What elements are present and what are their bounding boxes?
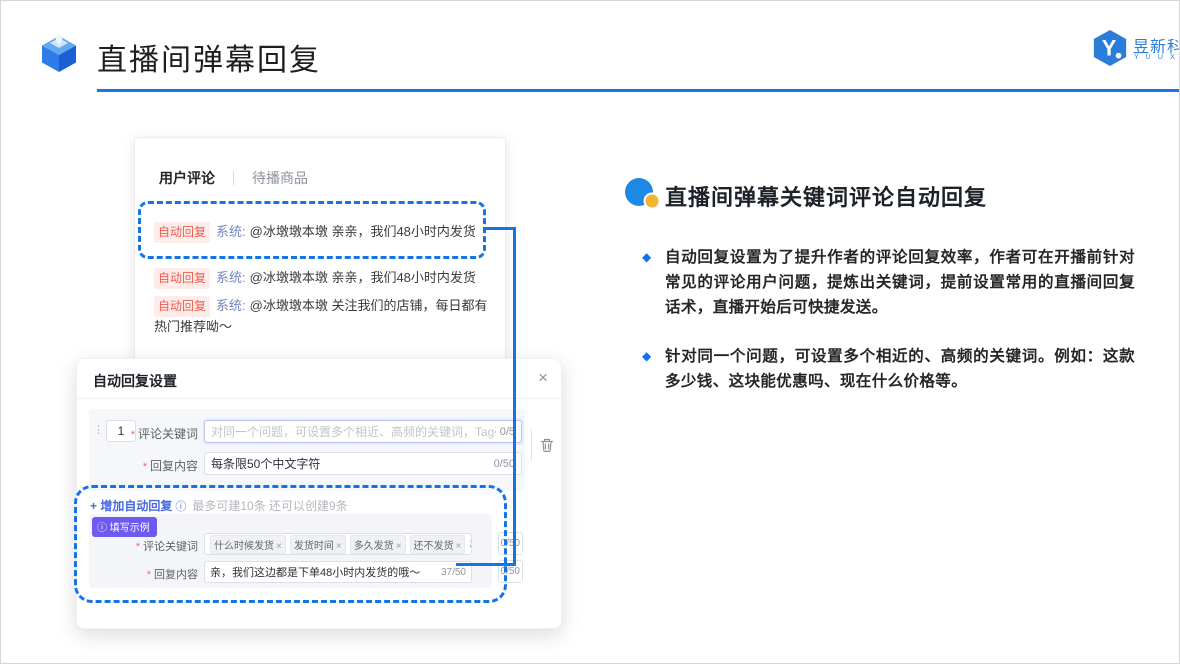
- reply-label: * 回复内容: [142, 459, 198, 473]
- required-mark: *: [130, 429, 135, 441]
- auto-reply-rule-row: ⋮⋮ 1 *评论关键词 对同一个问题，可设置多个相近、高频的关键词，Tag确定，…: [89, 409, 525, 491]
- connector-line: [483, 227, 516, 230]
- title-underline: [97, 89, 1179, 92]
- logo-domain: Y U U X I N . C O M: [1134, 54, 1179, 61]
- keyword-input[interactable]: 对同一个问题，可设置多个相近、高频的关键词，Tag确定，最多5个 0/5: [204, 420, 522, 443]
- page: 直播间弹幕回复 Y 昱新科技 Y U U X I N . C O M 用户评论 …: [0, 0, 1180, 664]
- feature-heading: 直播间弹幕关键词评论自动回复: [665, 185, 988, 210]
- feature-bullet: 自动回复设置为了提升作者的评论回复效率，作者可在开播前针对常见的评论用户问题，提…: [665, 249, 1135, 316]
- auto-reply-badge: 自动回复: [154, 268, 211, 289]
- logo-hexagon-icon: Y: [1093, 29, 1127, 67]
- keyword-label: * 评论关键词: [130, 427, 198, 441]
- comment-tabs: 用户评论 待播商品: [159, 168, 308, 188]
- auto-reply-message: 自动回复 系统: @冰墩墩本墩 关注我们的店铺，每日都有热门推荐呦～: [154, 296, 490, 336]
- cube-logo-icon: [42, 32, 76, 72]
- company-logo: Y 昱新科技 Y U U X I N . C O M: [1091, 27, 1179, 73]
- reply-counter: 0/50: [493, 457, 515, 470]
- feature-dot-icon: [625, 178, 661, 210]
- svg-text:Y: Y: [1102, 36, 1117, 61]
- close-icon[interactable]: ×: [538, 368, 548, 388]
- tab-pending-products[interactable]: 待播商品: [252, 168, 308, 188]
- keyword-placeholder: 对同一个问题，可设置多个相近、高频的关键词，Tag确定，最多5个: [211, 425, 496, 439]
- message-text: @冰墩墩本墩 亲亲，我们48小时内发货: [249, 270, 476, 285]
- page-title: 直播间弹幕回复: [97, 44, 321, 77]
- auto-reply-message: 自动回复 系统: @冰墩墩本墩 亲亲，我们48小时内发货: [154, 268, 490, 289]
- feature-bullet: 针对同一个问题，可设置多个相近的、高频的关键词。例如：这款多少钱、这块能优惠吗、…: [665, 348, 1135, 390]
- row-divider: [531, 429, 532, 461]
- connector-line: [456, 563, 516, 566]
- example-dashed-annotation-box: [74, 485, 507, 603]
- auto-reply-badge: 自动回复: [154, 296, 211, 317]
- required-mark: *: [142, 461, 147, 473]
- reply-value: 每条限50个中文字符: [211, 457, 321, 471]
- delete-icon[interactable]: [538, 436, 556, 454]
- connector-line: [513, 227, 516, 566]
- tab-divider: [233, 171, 234, 185]
- reply-input[interactable]: 每条限50个中文字符 0/50: [204, 452, 522, 475]
- highlighted-message-dashed-box: [138, 201, 486, 259]
- diamond-bullet-icon: ◆: [642, 250, 652, 264]
- message-sender: 系统:: [216, 298, 246, 313]
- diamond-bullet-icon: ◆: [642, 349, 652, 363]
- modal-header: 自动回复设置 ×: [77, 359, 561, 399]
- tab-user-comments[interactable]: 用户评论: [159, 168, 215, 188]
- live-comment-panel: 用户评论 待播商品 自动回复 系统: @冰墩墩本墩 亲亲，我们48小时内发货 自动回…: [134, 137, 506, 366]
- modal-title: 自动回复设置: [93, 373, 177, 389]
- message-sender: 系统:: [216, 270, 246, 285]
